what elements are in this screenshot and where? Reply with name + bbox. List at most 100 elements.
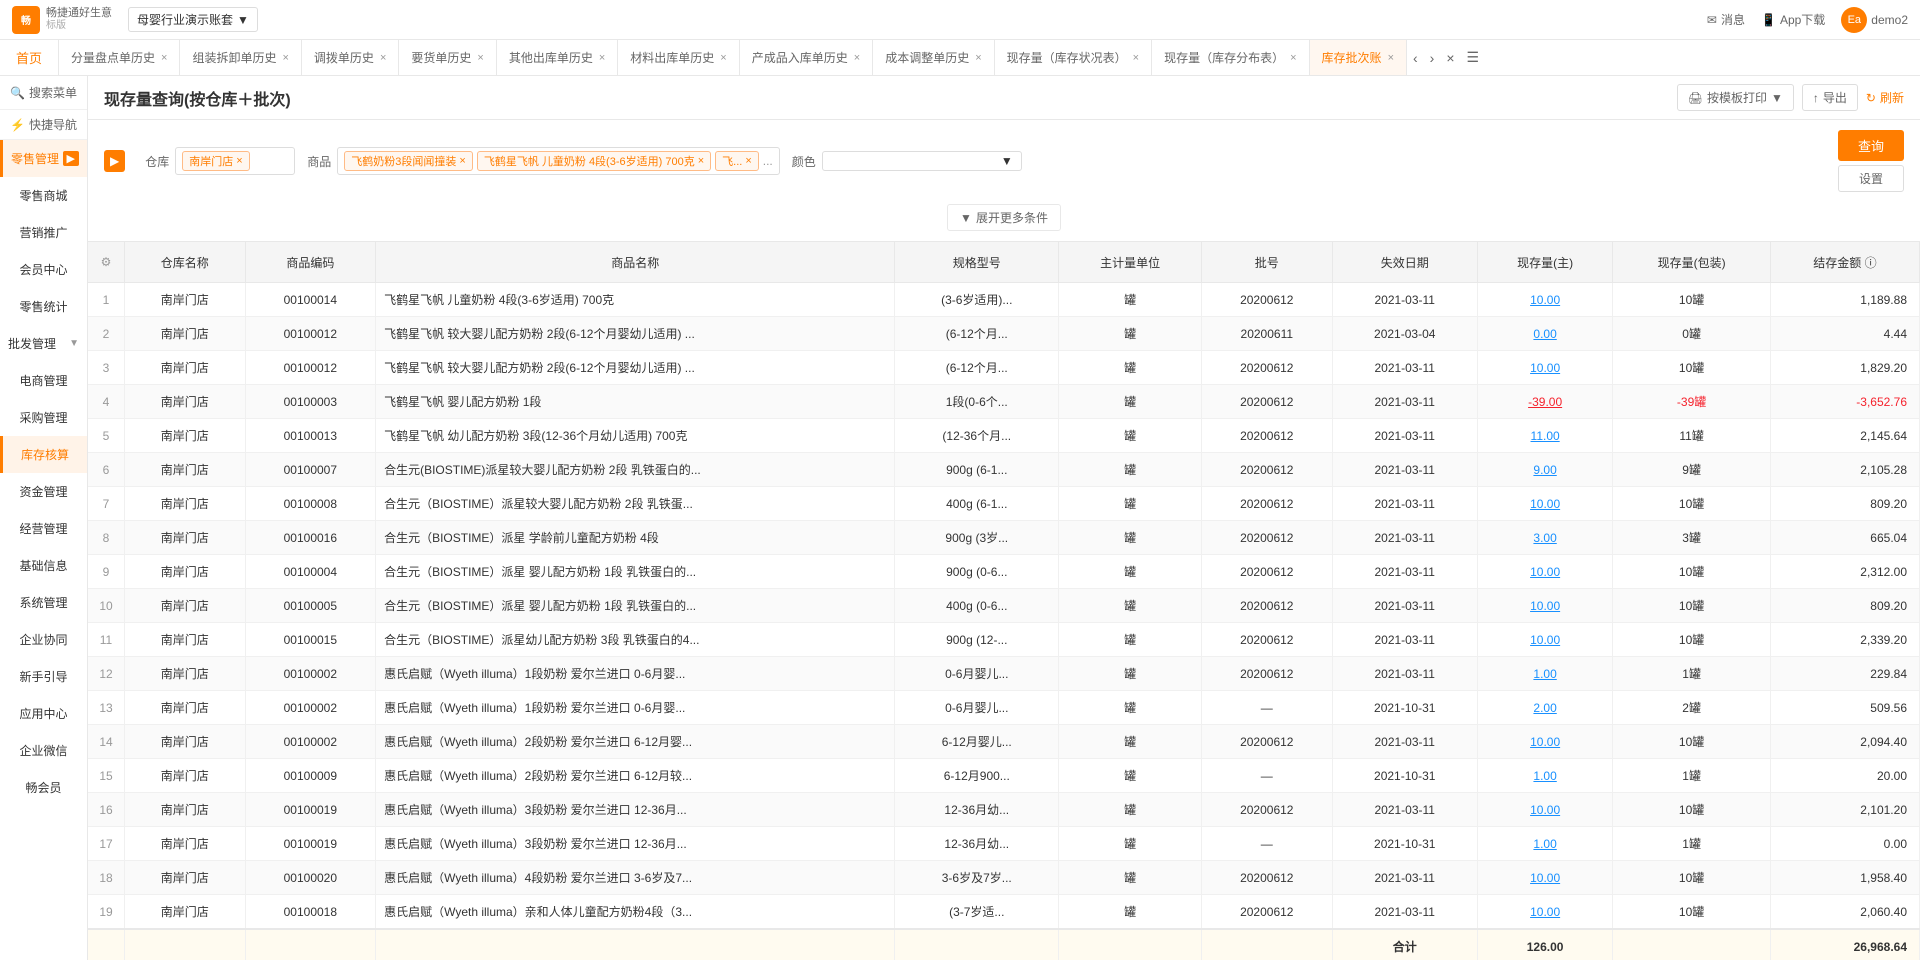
search-menu[interactable]: 🔍 搜索菜单 [0, 76, 87, 110]
cell-qty[interactable]: 10.00 [1477, 589, 1612, 623]
refresh-button[interactable]: ↻ 刷新 [1866, 89, 1904, 106]
tab-menu[interactable]: ☰ [1461, 40, 1486, 75]
cell-qty[interactable]: 10.00 [1477, 283, 1612, 317]
cell-warehouse: 南岸门店 [125, 419, 246, 453]
cell-qty[interactable]: 2.00 [1477, 691, 1612, 725]
filter-toggle-button[interactable]: ▶ [104, 150, 125, 172]
logo-icon: 畅 [12, 6, 40, 34]
cell-batch: 20200612 [1202, 861, 1333, 895]
cell-qty[interactable]: 10.00 [1477, 623, 1612, 657]
tab-next[interactable]: › [1424, 40, 1441, 75]
color-area[interactable]: ▼ [822, 151, 1022, 171]
cell-qty[interactable]: 10.00 [1477, 725, 1612, 759]
page-title: 现存量查询(按仓库＋批次) [104, 86, 291, 110]
cell-code: 00100004 [245, 555, 376, 589]
sidebar-item-enterprise[interactable]: 企业协同 [0, 621, 87, 658]
tab-yaohuo[interactable]: 要货单历史 × [399, 40, 496, 75]
cell-qty[interactable]: 1.00 [1477, 657, 1612, 691]
sidebar-item-operation[interactable]: 经营管理 [0, 510, 87, 547]
tab-qita[interactable]: 其他出库单历史 × [497, 40, 618, 75]
sidebar-item-inventory[interactable]: 库存核算 [0, 436, 87, 473]
tab-close-all[interactable]: × [1440, 40, 1460, 75]
sidebar-item-retail-mgmt[interactable]: 零售管理 ▶ [0, 140, 87, 177]
tab-cailiao[interactable]: 材料出库单历史 × [618, 40, 739, 75]
col-qty-pack: 现存量(包装) [1613, 242, 1771, 283]
cell-qty[interactable]: 0.00 [1477, 317, 1612, 351]
color-filter: 颜色 ▼ [792, 151, 1022, 171]
sidebar-item-wholesale[interactable]: 批发管理 ▼ [0, 325, 87, 362]
tab-chengben[interactable]: 成本调整单历史 × [873, 40, 994, 75]
product-tag-3[interactable]: 飞... × [715, 151, 759, 171]
cell-qty[interactable]: 9.00 [1477, 453, 1612, 487]
cell-name: 惠氏启赋（Wyeth illuma）2段奶粉 爱尔兰进口 6-12月较... [376, 759, 895, 793]
col-setting[interactable]: ⚙ [88, 242, 125, 283]
sidebar-item-finance[interactable]: 资金管理 [0, 473, 87, 510]
product-tag-1[interactable]: 飞鹤奶粉3段闻闻撞装 × [344, 151, 473, 171]
sidebar-item-member[interactable]: 会员中心 [0, 251, 87, 288]
cell-qty[interactable]: 1.00 [1477, 827, 1612, 861]
main-layout: 🔍 搜索菜单 ⚡ 快捷导航 零售管理 ▶ 零售商城 营销推广 会员中心 零售统计… [0, 76, 1920, 960]
tab-diaobo[interactable]: 调拨单历史 × [302, 40, 399, 75]
export-button[interactable]: ↑ 导出 [1802, 84, 1858, 111]
sidebar-item-purchase[interactable]: 采购管理 [0, 399, 87, 436]
sidebar-item-guide[interactable]: 新手引导 [0, 658, 87, 695]
message-button[interactable]: ✉ 消息 [1707, 11, 1745, 28]
cell-qty-pack: 10罐 [1613, 725, 1771, 759]
retail-expand-arrow[interactable]: ▶ [63, 151, 79, 166]
cell-qty[interactable]: 10.00 [1477, 895, 1612, 930]
cell-qty[interactable]: 10.00 [1477, 351, 1612, 385]
sidebar-item-basic[interactable]: 基础信息 [0, 547, 87, 584]
cell-qty[interactable]: -39.00 [1477, 385, 1612, 419]
cell-warehouse: 南岸门店 [125, 691, 246, 725]
cell-qty[interactable]: 10.00 [1477, 487, 1612, 521]
tab-prev[interactable]: ‹ [1407, 40, 1424, 75]
cell-spec: 0-6月婴儿... [895, 691, 1059, 725]
cell-name: 飞鹤星飞帆 儿童奶粉 4段(3-6岁适用) 700克 [376, 283, 895, 317]
cell-spec: (3-7岁适... [895, 895, 1059, 930]
color-label: 颜色 [792, 153, 816, 170]
warehouse-tag-group[interactable]: 南岸门店 × [175, 147, 295, 175]
cell-qty[interactable]: 10.00 [1477, 555, 1612, 589]
tab-fenliang[interactable]: 分量盘点单历史 × [59, 40, 180, 75]
query-button[interactable]: 查询 [1838, 130, 1904, 161]
user-area[interactable]: Ea demo2 [1841, 7, 1908, 33]
sidebar-item-system[interactable]: 系统管理 [0, 584, 87, 621]
cell-warehouse: 南岸门店 [125, 555, 246, 589]
footer-total-qty: 126.00 [1477, 929, 1612, 960]
print-button[interactable]: 🖨 按模板打印 ▼ [1677, 84, 1794, 111]
cell-code: 00100002 [245, 657, 376, 691]
sidebar-item-ecommerce[interactable]: 电商管理 [0, 362, 87, 399]
cell-qty[interactable]: 11.00 [1477, 419, 1612, 453]
tab-chanchenpin[interactable]: 产成品入库单历史 × [740, 40, 873, 75]
warehouse-tag-close[interactable]: × [236, 155, 242, 167]
warehouse-tag-nanan[interactable]: 南岸门店 × [182, 151, 249, 171]
product-tag-2[interactable]: 飞鹤星飞帆 儿童奶粉 4段(3-6岁适用) 700克 × [477, 151, 711, 171]
tab-xiancun1[interactable]: 现存量（库存状况表）× [995, 40, 1152, 75]
cell-expire: 2021-03-11 [1332, 623, 1477, 657]
tab-xiancun2[interactable]: 现存量（库存分布表）× [1152, 40, 1309, 75]
product-tag-group[interactable]: 飞鹤奶粉3段闻闻撞装 × 飞鹤星飞帆 儿童奶粉 4段(3-6岁适用) 700克 … [337, 147, 780, 175]
tab-zuhe[interactable]: 组装拆卸单历史 × [180, 40, 301, 75]
cell-no: 5 [88, 419, 125, 453]
cell-qty[interactable]: 10.00 [1477, 861, 1612, 895]
sidebar-item-retail-mall[interactable]: 零售商城 [0, 177, 87, 214]
cell-qty[interactable]: 1.00 [1477, 759, 1612, 793]
cell-qty[interactable]: 10.00 [1477, 793, 1612, 827]
sidebar-item-marketing[interactable]: 营销推广 [0, 214, 87, 251]
col-name: 商品名称 [376, 242, 895, 283]
sidebar-item-app-center[interactable]: 应用中心 [0, 695, 87, 732]
tab-kucun[interactable]: 库存批次账 × [1310, 40, 1407, 75]
cell-qty[interactable]: 3.00 [1477, 521, 1612, 555]
sidebar-item-member2[interactable]: 畅会员 [0, 769, 87, 806]
table-row: 5 南岸门店 00100013 飞鹤星飞帆 幼儿配方奶粉 3段(12-36个月幼… [88, 419, 1920, 453]
cell-qty-pack: 1罐 [1613, 759, 1771, 793]
sidebar-item-enterprise-wx[interactable]: 企业微信 [0, 732, 87, 769]
tab-home[interactable]: 首页 [0, 40, 59, 75]
company-selector[interactable]: 母婴行业演示账套 ▼ [128, 7, 258, 32]
settings-button[interactable]: 设置 [1838, 165, 1904, 192]
expand-button[interactable]: ▼ 展开更多条件 [947, 204, 1061, 231]
cell-unit: 罐 [1059, 351, 1202, 385]
app-download-button[interactable]: 📱 App下载 [1761, 11, 1825, 28]
sidebar-item-retail-stats[interactable]: 零售统计 [0, 288, 87, 325]
quick-nav[interactable]: ⚡ 快捷导航 [0, 110, 87, 140]
